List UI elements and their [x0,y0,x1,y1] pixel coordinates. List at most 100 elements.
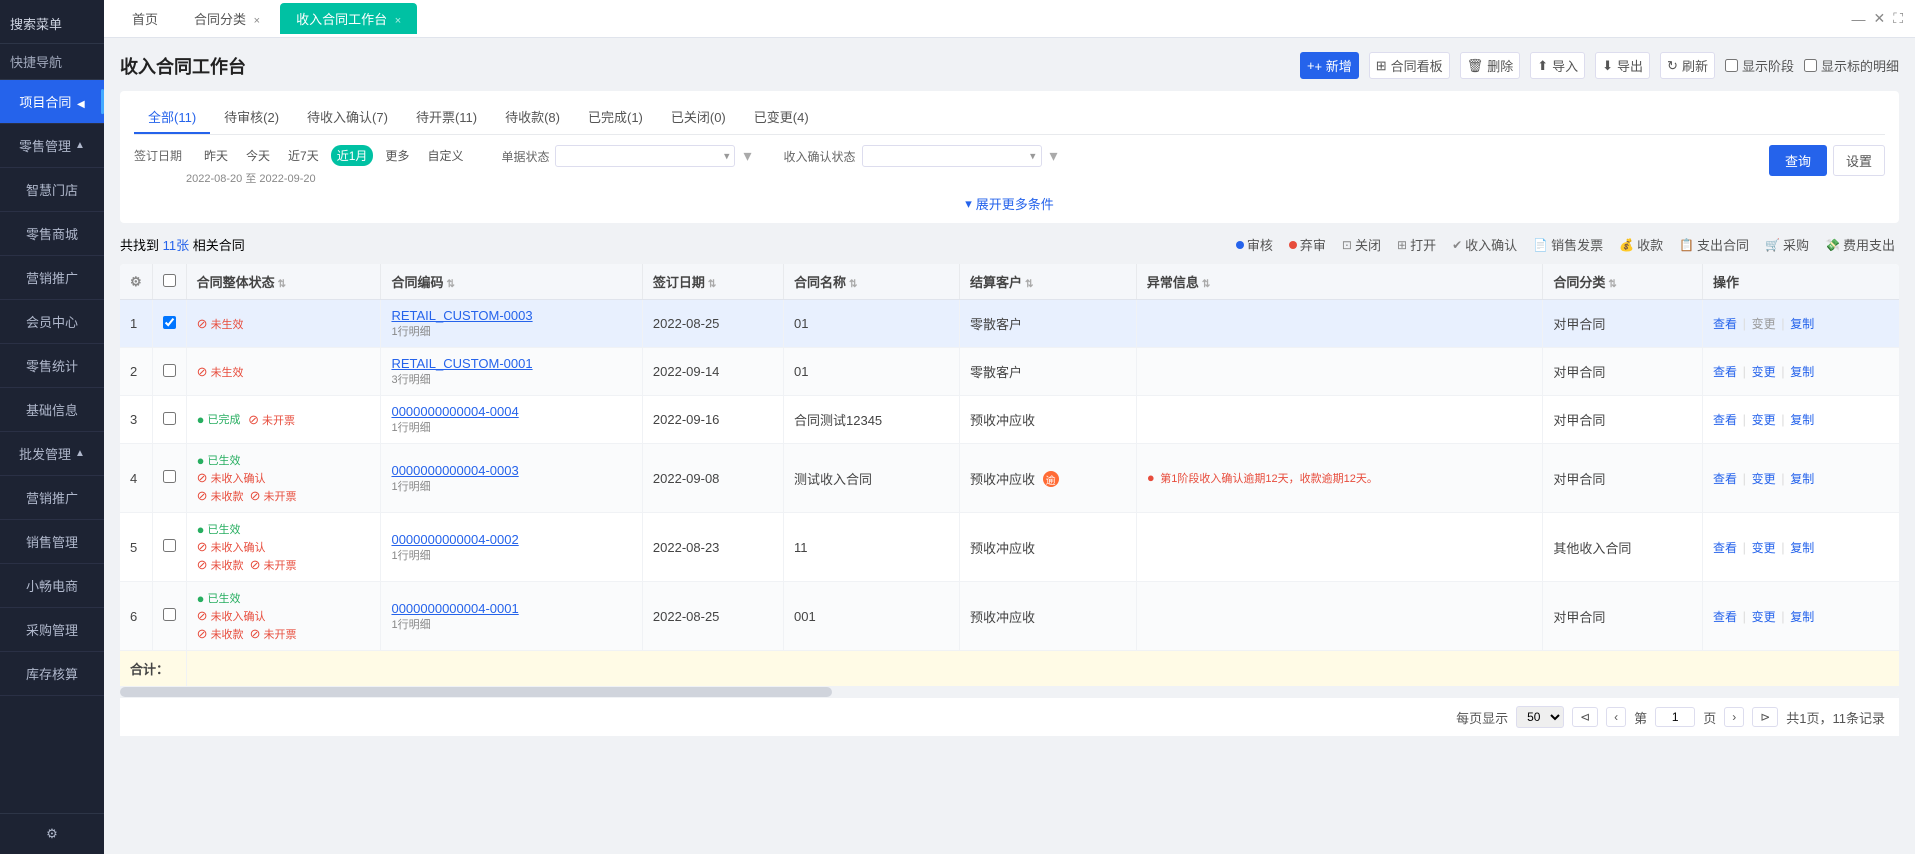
date-more[interactable]: 更多 [379,145,415,166]
view-link[interactable]: 查看 [1713,365,1737,379]
toolbar-invoice[interactable]: 📄 销售发票 [1529,233,1607,256]
toolbar-expense[interactable]: 📋 支出合同 [1675,233,1753,256]
export-button[interactable]: ⬇ 导出 [1595,52,1650,79]
view-link[interactable]: 查看 [1713,541,1737,555]
view-link[interactable]: 查看 [1713,610,1737,624]
toolbar-review[interactable]: 审核 [1232,233,1277,256]
change-link[interactable]: 变更 [1752,413,1776,427]
maximize-icon[interactable]: ⛶ [1893,10,1903,27]
th-status[interactable]: 合同整体状态 [186,264,381,300]
tab-income-contract[interactable]: 收入合同工作台 × [280,3,417,34]
th-name[interactable]: 合同名称 [784,264,960,300]
change-link[interactable]: 变更 [1752,365,1776,379]
contract-code-link[interactable]: 0000000000004-0002 [391,532,518,547]
contract-code-link[interactable]: RETAIL_CUSTOM-0001 [391,356,532,371]
copy-link[interactable]: 复制 [1790,365,1814,379]
tab-contract-category[interactable]: 合同分类 × [178,3,276,34]
query-button[interactable]: 查询 [1769,145,1827,176]
status-tab-changed[interactable]: 已变更(4) [740,101,823,134]
sidebar-item-purchase-mgmt[interactable]: 采购管理 [0,608,104,652]
tab-home[interactable]: 首页 [116,3,174,34]
row-checkbox[interactable] [152,348,186,396]
sidebar-item-project-contract[interactable]: 项目合同 ◀ [0,80,104,124]
change-link[interactable]: 变更 [1752,610,1776,624]
view-link[interactable]: 查看 [1713,472,1737,486]
confirm-status-select[interactable] [862,145,1042,167]
change-link[interactable]: 变更 [1752,317,1776,331]
sidebar-item-retail-mgmt[interactable]: 零售管理 ▲ [0,124,104,168]
first-page-btn[interactable]: ⊲ [1572,707,1598,727]
toolbar-confirm[interactable]: ✔ 收入确认 [1448,233,1521,256]
status-tab-completed[interactable]: 已完成(1) [574,101,657,134]
status-tab-closed[interactable]: 已关闭(0) [657,101,740,134]
status-tab-pending-payment[interactable]: 待收款(8) [491,101,574,134]
sidebar-item-smart-store[interactable]: 智慧门店 [0,168,104,212]
view-link[interactable]: 查看 [1713,413,1737,427]
show-detail-checkbox[interactable]: 显示标的明细 [1804,56,1899,75]
expand-button[interactable]: ▾ 展开更多条件 [965,194,1054,213]
row-checkbox[interactable] [152,444,186,513]
date-7days[interactable]: 近7天 [282,145,325,166]
toolbar-open[interactable]: ⊞ 打开 [1393,233,1440,256]
next-page-btn[interactable]: › [1724,707,1744,727]
board-button[interactable]: ⊞ 合同看板 [1369,52,1450,79]
contract-code-link[interactable]: 0000000000004-0003 [391,463,518,478]
import-button[interactable]: ⬆ 导入 [1530,52,1585,79]
select-all-checkbox[interactable] [163,274,176,287]
contract-code-link[interactable]: 0000000000004-0001 [391,601,518,616]
toolbar-purchase[interactable]: 🛒 采购 [1761,233,1813,256]
copy-link[interactable]: 复制 [1790,541,1814,555]
change-link[interactable]: 变更 [1752,541,1776,555]
status-tab-all[interactable]: 全部(11) [134,101,210,134]
refresh-button[interactable]: ↻ 刷新 [1660,52,1715,79]
sidebar-item-wholesale-mgmt[interactable]: 批发管理 ▲ [0,432,104,476]
per-page-select[interactable]: 50 [1516,706,1564,728]
th-category[interactable]: 合同分类 [1543,264,1703,300]
change-link[interactable]: 变更 [1752,472,1776,486]
show-segment-checkbox[interactable]: 显示阶段 [1725,56,1794,75]
copy-link[interactable]: 复制 [1790,610,1814,624]
minimize-icon[interactable]: — [1851,11,1865,27]
th-customer[interactable]: 结算客户 [960,264,1137,300]
sidebar-item-ecommerce[interactable]: 小畅电商 [0,564,104,608]
status-tab-pending-invoice[interactable]: 待开票(11) [402,101,491,134]
sidebar-item-basic-info[interactable]: 基础信息 [0,388,104,432]
date-custom[interactable]: 自定义 [421,145,469,166]
horizontal-scrollbar[interactable] [120,687,1899,697]
sidebar-item-member-center[interactable]: 会员中心 [0,300,104,344]
settings-button[interactable]: 设置 [1833,145,1885,176]
sidebar-item-retail-mall[interactable]: 零售商城 [0,212,104,256]
page-number-input[interactable] [1655,707,1695,727]
row-checkbox[interactable] [152,582,186,651]
status-tab-pending-review[interactable]: 待审核(2) [210,101,293,134]
sidebar-item-marketing2[interactable]: 营销推广 [0,476,104,520]
prev-page-btn[interactable]: ‹ [1606,707,1626,727]
date-1month[interactable]: 近1月 [331,145,374,166]
contract-code-link[interactable]: 0000000000004-0004 [391,404,518,419]
status-tab-pending-confirm[interactable]: 待收入确认(7) [293,101,402,134]
last-page-btn[interactable]: ⊳ [1752,707,1778,727]
tab-close-contract-category[interactable]: × [254,15,260,27]
th-checkbox[interactable] [152,264,186,300]
toolbar-abandon[interactable]: 弃审 [1285,233,1330,256]
copy-link[interactable]: 复制 [1790,317,1814,331]
sidebar-settings[interactable]: ⚙ [0,813,104,854]
sidebar-quick-nav[interactable]: 快捷导航 [0,44,104,80]
row-checkbox[interactable] [152,396,186,444]
tab-close-income-contract[interactable]: × [395,15,401,27]
sidebar-item-marketing[interactable]: 营销推广 [0,256,104,300]
sidebar-item-inventory[interactable]: 库存核算 [0,652,104,696]
th-gear[interactable]: ⚙ [120,264,152,300]
sidebar-search[interactable]: 搜索菜单 [0,0,104,44]
close-window-icon[interactable]: ✕ [1873,10,1885,27]
new-button[interactable]: + + 新增 [1300,52,1359,79]
sidebar-item-sales-mgmt[interactable]: 销售管理 [0,520,104,564]
scroll-thumb[interactable] [120,687,832,697]
row-checkbox[interactable] [152,300,186,348]
th-exception[interactable]: 异常信息 [1136,264,1543,300]
toolbar-fee-out[interactable]: 💸 费用支出 [1821,233,1899,256]
copy-link[interactable]: 复制 [1790,413,1814,427]
row-checkbox[interactable] [152,513,186,582]
th-code[interactable]: 合同编码 [381,264,642,300]
th-date[interactable]: 签订日期 [642,264,783,300]
